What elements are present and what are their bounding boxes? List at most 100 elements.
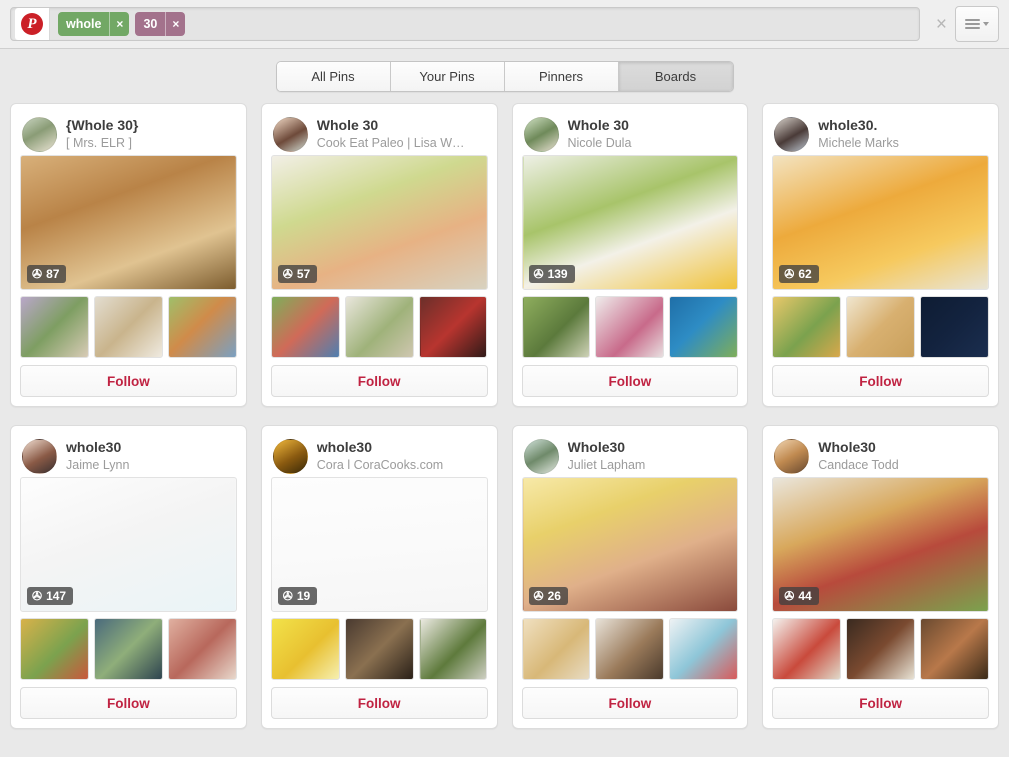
board-card[interactable]: whole30. Michele Marks ✇ 62 Follow <box>762 103 999 407</box>
board-cover-image[interactable]: ✇ 139 <box>521 155 739 290</box>
board-title: {Whole 30} <box>66 117 139 134</box>
follow-button[interactable]: Follow <box>772 365 989 397</box>
board-owner: Jaime Lynn <box>66 457 130 472</box>
board-cover-image[interactable]: ✇ 147 <box>20 477 237 612</box>
board-card[interactable]: Whole30 Juliet Lapham ✇ 26 Follow <box>511 425 749 729</box>
board-title: Whole30 <box>567 439 626 456</box>
clear-search-icon[interactable]: × <box>928 15 955 34</box>
board-cover-image[interactable]: ✇ 87 <box>20 155 237 290</box>
board-cover-image[interactable]: ✇ 62 <box>772 155 989 290</box>
avatar[interactable] <box>523 438 559 474</box>
board-thumbnail-strip <box>521 296 739 358</box>
board-title: whole30. <box>818 117 878 134</box>
search-tag-30[interactable]: 30 × <box>135 12 186 36</box>
board-thumbnail[interactable] <box>418 618 488 680</box>
board-thumbnail[interactable] <box>93 296 163 358</box>
board-cover-image[interactable]: ✇ 57 <box>270 155 488 290</box>
follow-button[interactable]: Follow <box>270 365 488 397</box>
avatar[interactable] <box>523 116 559 152</box>
board-thumbnail[interactable] <box>669 296 739 358</box>
board-card-header[interactable]: {Whole 30}[ Mrs. ELR ] <box>20 113 237 155</box>
board-owner: Cook Eat Paleo | Lisa W… <box>316 135 465 150</box>
follow-button[interactable]: Follow <box>270 687 488 719</box>
board-thumbnail[interactable] <box>20 618 89 680</box>
board-card[interactable]: whole30 Cora l CoraCooks.com ✇ 19 Follow <box>260 425 498 729</box>
board-title: whole30 <box>316 439 372 456</box>
board-card-header[interactable]: Whole30 Juliet Lapham <box>522 435 739 477</box>
board-thumbnail-strip <box>20 618 237 680</box>
board-thumbnail-strip <box>521 618 739 680</box>
remove-tag-whole-icon[interactable]: × <box>109 12 129 36</box>
tabs-group: All Pins Your Pins Pinners Boards <box>275 60 734 92</box>
pin-count-badge: ✇ 26 <box>528 587 568 605</box>
avatar[interactable] <box>22 116 57 152</box>
board-card-header[interactable]: Whole 30 Cook Eat Paleo | Lisa W… <box>271 113 488 155</box>
pin-icon: ✇ <box>32 589 43 603</box>
avatar[interactable] <box>774 116 810 152</box>
board-owner: Cora l CoraCooks.com <box>316 457 444 472</box>
board-thumbnail[interactable] <box>595 296 665 358</box>
board-thumbnail[interactable] <box>521 618 591 680</box>
follow-button[interactable]: Follow <box>20 365 237 397</box>
tab-pinners[interactable]: Pinners <box>504 61 619 91</box>
board-card[interactable]: Whole30 Candace Todd ✇ 44 Follow <box>762 425 999 729</box>
board-card[interactable]: Whole 30 Nicole Dula ✇ 139 Follow <box>511 103 749 407</box>
board-card[interactable]: whole30 Jaime Lynn ✇ 147 Follow <box>10 425 247 729</box>
follow-button[interactable]: Follow <box>521 687 739 719</box>
board-card-header[interactable]: Whole 30 Nicole Dula <box>522 113 739 155</box>
tab-all-pins[interactable]: All Pins <box>276 61 391 91</box>
follow-button[interactable]: Follow <box>521 365 739 397</box>
board-thumbnail[interactable] <box>167 618 237 680</box>
board-card[interactable]: Whole 30 Cook Eat Paleo | Lisa W… ✇ 57 Follo… <box>260 103 498 407</box>
board-card-header[interactable]: whole30 Jaime Lynn <box>20 435 237 477</box>
tab-bar: All Pins Your Pins Pinners Boards <box>0 49 1009 103</box>
follow-button[interactable]: Follow <box>772 687 989 719</box>
board-thumbnail[interactable] <box>344 618 414 680</box>
board-thumbnail[interactable] <box>418 296 488 358</box>
board-card-text: Whole30 Candace Todd <box>818 439 989 473</box>
board-card-header[interactable]: Whole30 Candace Todd <box>772 435 989 477</box>
avatar[interactable] <box>22 438 57 474</box>
pin-count: 26 <box>547 589 561 603</box>
board-card-header[interactable]: whole30. Michele Marks <box>772 113 989 155</box>
board-thumbnail[interactable] <box>595 618 665 680</box>
pin-icon: ✇ <box>784 267 795 281</box>
top-search-bar: P whole × 30 × × <box>0 0 1009 49</box>
pin-count: 87 <box>46 267 60 281</box>
board-thumbnail[interactable] <box>772 296 842 358</box>
pinterest-logo-icon: P <box>21 13 43 35</box>
board-title: Whole30 <box>818 439 876 456</box>
board-card-text: Whole 30 Nicole Dula <box>568 117 739 151</box>
board-thumbnail[interactable] <box>521 296 591 358</box>
board-card[interactable]: {Whole 30}[ Mrs. ELR ] ✇ 87 Follow <box>10 103 247 407</box>
board-thumbnail[interactable] <box>669 618 739 680</box>
board-thumbnail[interactable] <box>846 296 916 358</box>
board-cover-image[interactable]: ✇ 44 <box>772 477 989 612</box>
tab-boards[interactable]: Boards <box>618 61 733 91</box>
pin-icon: ✇ <box>32 267 43 281</box>
board-thumbnail[interactable] <box>167 296 237 358</box>
board-card-header[interactable]: whole30 Cora l CoraCooks.com <box>271 435 488 477</box>
remove-tag-30-icon[interactable]: × <box>165 12 185 36</box>
board-thumbnail[interactable] <box>20 296 89 358</box>
tab-your-pins[interactable]: Your Pins <box>390 61 505 91</box>
avatar[interactable] <box>272 116 308 152</box>
menu-button[interactable] <box>955 6 999 42</box>
avatar[interactable] <box>272 438 308 474</box>
avatar[interactable] <box>774 438 810 474</box>
follow-button[interactable]: Follow <box>20 687 237 719</box>
board-thumbnail[interactable] <box>920 296 989 358</box>
board-thumbnail[interactable] <box>920 618 989 680</box>
board-thumbnail[interactable] <box>846 618 916 680</box>
board-thumbnail[interactable] <box>270 618 340 680</box>
board-thumbnail[interactable] <box>344 296 414 358</box>
search-input[interactable]: P whole × 30 × <box>10 7 920 41</box>
board-cover-image[interactable]: ✇ 19 <box>270 477 488 612</box>
board-thumbnail[interactable] <box>270 296 340 358</box>
board-thumbnail[interactable] <box>772 618 842 680</box>
board-cover-image[interactable]: ✇ 26 <box>521 477 739 612</box>
pinterest-logo[interactable]: P <box>15 8 50 40</box>
pin-count: 62 <box>798 267 812 281</box>
board-thumbnail[interactable] <box>93 618 163 680</box>
search-tag-whole[interactable]: whole × <box>58 12 130 36</box>
